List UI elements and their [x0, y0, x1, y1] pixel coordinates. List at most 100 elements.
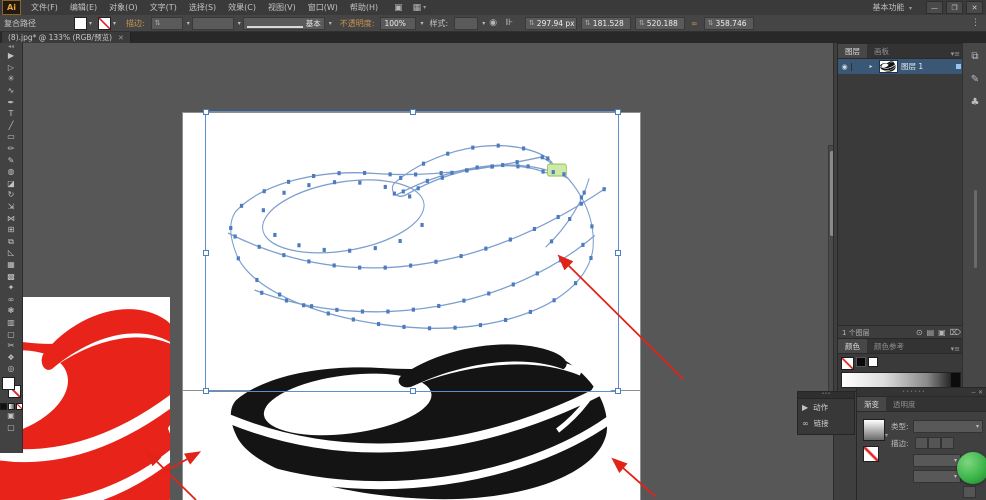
anchor-point[interactable]	[478, 323, 483, 328]
strip-divider-handle[interactable]	[973, 190, 977, 268]
black-swatch[interactable]	[856, 357, 866, 367]
tool-rotate[interactable]: ↻	[2, 189, 20, 201]
tool-slice[interactable]: ✂	[2, 340, 20, 352]
anchor-point[interactable]	[526, 164, 530, 169]
gradient-thumb-caret-icon[interactable]: ▾	[885, 432, 888, 439]
mini-dock-row-links[interactable]: ∞ 链接	[798, 415, 854, 431]
anchor-point[interactable]	[552, 298, 556, 303]
tab-color-guide[interactable]: 颜色参考	[867, 339, 911, 353]
menu-item-0[interactable]: 文件(F)	[25, 0, 64, 15]
anchor-point[interactable]	[309, 304, 314, 309]
anchor-point[interactable]	[239, 203, 244, 208]
anchor-point[interactable]	[402, 324, 406, 329]
anchor-point[interactable]	[427, 326, 432, 331]
arrange-documents-icon[interactable]: ▦	[413, 3, 422, 13]
layers-footer-icon-new-sublayer[interactable]: ▤	[927, 328, 935, 337]
anchor-point[interactable]	[261, 208, 265, 213]
align-panel-icon[interactable]: ⊪	[505, 18, 513, 28]
style-dropdown[interactable]	[454, 16, 479, 30]
y-field[interactable]: ⇅ 181.528	[580, 16, 631, 30]
x-field[interactable]: ⇅ 297.94 px	[524, 16, 577, 30]
window-button-minimize[interactable]: —	[926, 1, 943, 14]
anchor-point[interactable]	[501, 163, 505, 168]
anchor-point[interactable]	[462, 298, 466, 303]
anchor-point[interactable]	[401, 189, 405, 194]
anchor-point[interactable]	[515, 160, 519, 165]
tab-gradient[interactable]: 渐变	[857, 397, 886, 411]
anchor-point[interactable]	[579, 201, 583, 206]
anchor-point[interactable]	[260, 290, 264, 295]
recolor-artwork-icon[interactable]: ◉	[489, 18, 497, 28]
anchor-point[interactable]	[508, 237, 512, 242]
anchor-point[interactable]	[421, 161, 426, 166]
tab-close-icon[interactable]: ✕	[118, 34, 124, 42]
stroke-weight-field[interactable]: ⇅	[150, 16, 183, 30]
tool-selection[interactable]: ▶	[2, 50, 20, 62]
opacity-link-label[interactable]: 不透明度:	[340, 18, 375, 29]
anchor-point[interactable]	[362, 170, 367, 175]
tool-hand[interactable]: ❖	[2, 351, 20, 363]
menu-item-8[interactable]: 帮助(H)	[344, 0, 384, 15]
anchor-point[interactable]	[348, 248, 352, 253]
anchor-point[interactable]	[388, 172, 392, 177]
anchor-point[interactable]	[528, 309, 532, 314]
reverse-gradient-swatch[interactable]	[863, 446, 879, 462]
anchor-point[interactable]	[335, 307, 339, 312]
none-mode-button[interactable]	[15, 402, 23, 410]
anchor-point[interactable]	[541, 169, 545, 174]
anchor-point[interactable]	[602, 187, 606, 192]
anchor-point[interactable]	[307, 259, 311, 264]
anchor-point[interactable]	[282, 190, 286, 195]
gradient-mode-button[interactable]	[7, 402, 15, 410]
anchor-point[interactable]	[284, 298, 289, 303]
tool-rectangle[interactable]: ▭	[2, 131, 20, 143]
anchor-point[interactable]	[490, 164, 494, 169]
handle-se[interactable]	[615, 388, 621, 394]
anchor-point[interactable]	[540, 155, 544, 160]
anchor-point[interactable]	[399, 175, 403, 180]
menu-item-1[interactable]: 编辑(E)	[64, 0, 103, 15]
anchor-point[interactable]	[282, 253, 286, 258]
tab-transparency[interactable]: 透明度	[886, 397, 923, 411]
menu-item-4[interactable]: 选择(S)	[183, 0, 222, 15]
anchor-point[interactable]	[409, 263, 413, 268]
anchor-point[interactable]	[332, 180, 337, 185]
menu-item-6[interactable]: 视图(V)	[262, 0, 302, 15]
anchor-point[interactable]	[273, 232, 277, 237]
anchor-point[interactable]	[411, 307, 415, 312]
handle-n[interactable]	[410, 109, 416, 115]
layer-row[interactable]: ◉ ▸ 图层 1	[838, 59, 964, 74]
anchor-point[interactable]	[487, 291, 491, 296]
color-mode-button[interactable]	[0, 402, 7, 410]
anchor-point[interactable]	[446, 151, 450, 156]
tab-artboards[interactable]: 画板	[867, 44, 896, 58]
anchor-point[interactable]	[425, 178, 429, 183]
anchor-point[interactable]	[255, 277, 259, 282]
tool-width-tool[interactable]: ⋈	[2, 212, 20, 224]
anchor-point[interactable]	[233, 234, 237, 239]
handle-w[interactable]	[203, 249, 209, 256]
anchor-point[interactable]	[297, 243, 301, 248]
anchor-point[interactable]	[383, 265, 387, 270]
wireframe-paths[interactable]	[228, 138, 625, 334]
anchor-point[interactable]	[439, 171, 443, 176]
white-swatch[interactable]	[868, 357, 878, 367]
anchor-point[interactable]	[386, 309, 390, 314]
menu-item-7[interactable]: 窗口(W)	[302, 0, 344, 15]
anchor-point[interactable]	[573, 281, 578, 286]
none-color-swatch[interactable]	[841, 357, 854, 370]
gradient-panel-header-buttons[interactable]: − ✕	[971, 389, 983, 396]
mini-dock-row-actions[interactable]: ▶ 动作	[798, 399, 854, 415]
tool-artboard[interactable]: ▢	[2, 328, 20, 340]
black-endcap[interactable]	[951, 373, 960, 387]
opacity-field[interactable]: 100%	[380, 16, 417, 30]
anchor-point[interactable]	[278, 292, 282, 297]
anchor-point[interactable]	[326, 311, 330, 316]
tool-blob-brush[interactable]: ◍	[2, 166, 20, 178]
anchor-point[interactable]	[558, 258, 563, 263]
tool-eraser[interactable]: ◪	[2, 178, 20, 190]
anchor-point[interactable]	[450, 170, 454, 175]
handle-s[interactable]	[410, 388, 416, 394]
anchor-point[interactable]	[414, 172, 418, 177]
anchor-point[interactable]	[392, 191, 396, 196]
